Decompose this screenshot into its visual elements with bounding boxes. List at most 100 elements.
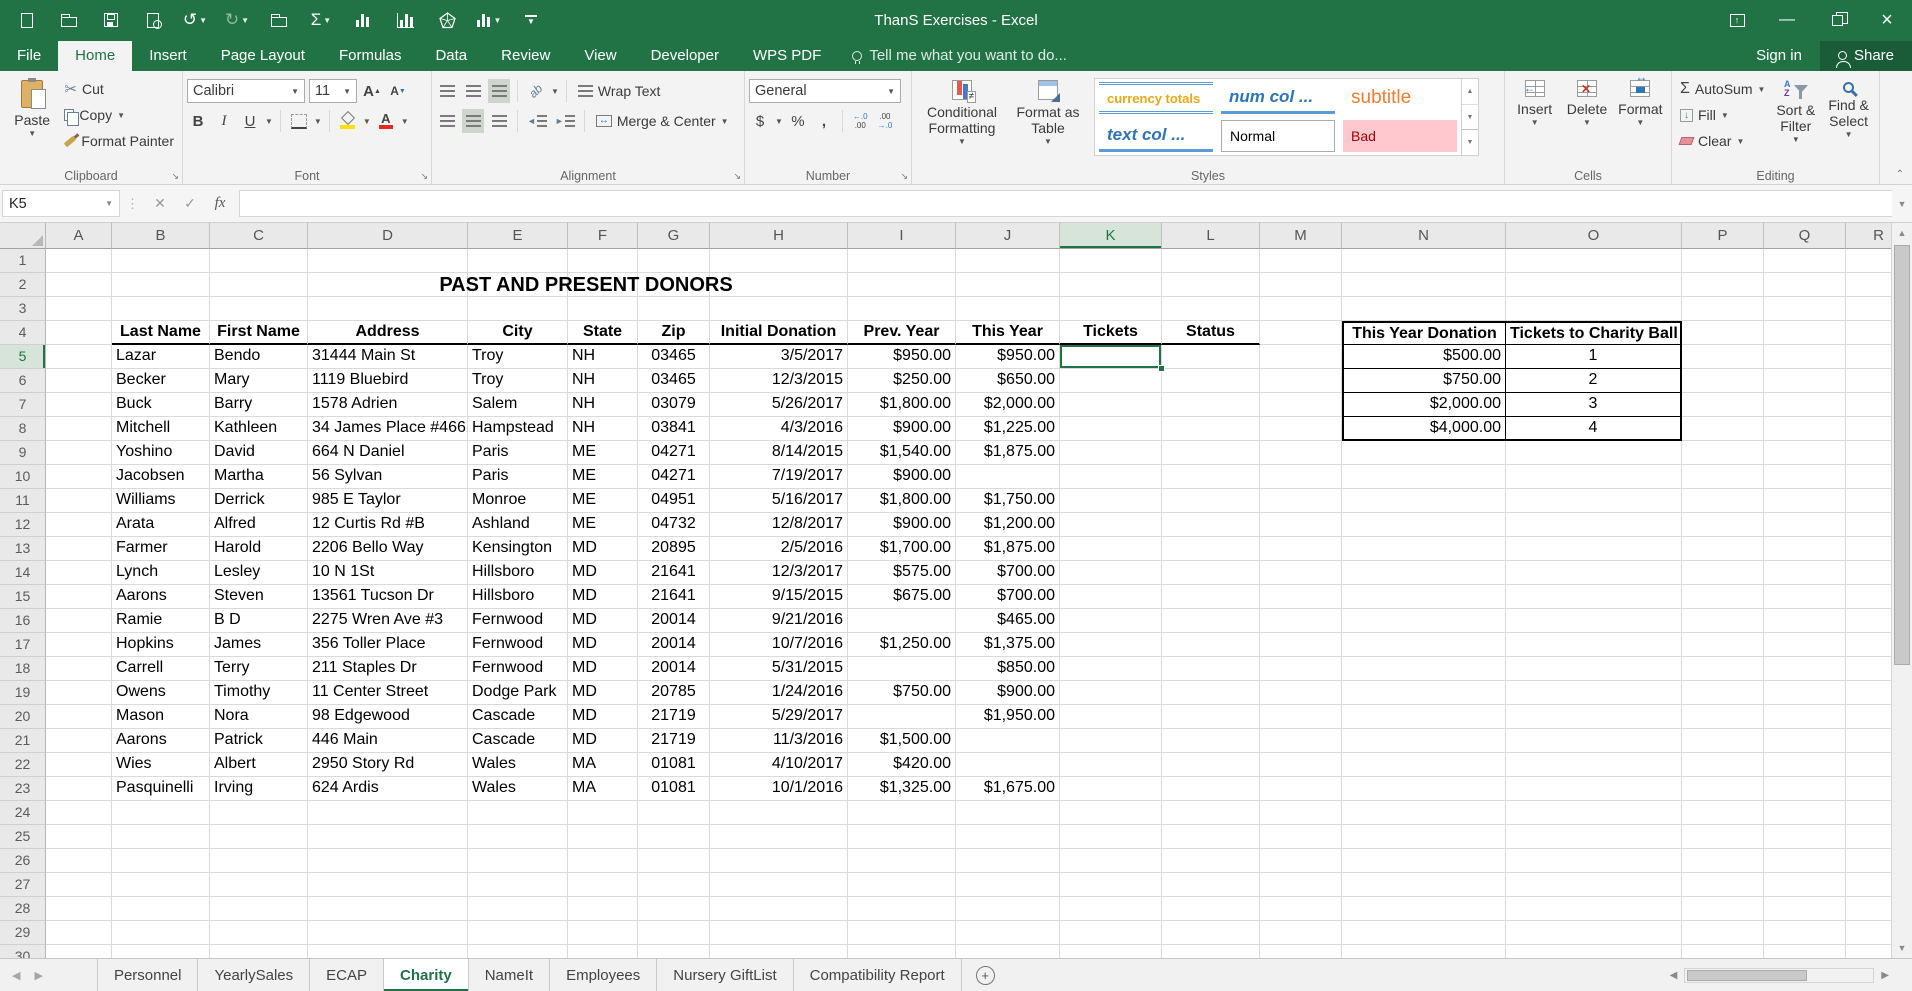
cell-H11[interactable]: 5/16/2017: [710, 489, 848, 513]
cell-R1[interactable]: [1846, 249, 1891, 273]
cell-B21[interactable]: Aarons: [112, 729, 210, 753]
cell-M28[interactable]: [1260, 897, 1342, 921]
alignment-dialog-launcher[interactable]: ↘: [733, 171, 741, 182]
cell-F9[interactable]: ME: [568, 441, 638, 465]
redo-icon[interactable]: ↻ ▼: [220, 6, 254, 34]
cell-O15[interactable]: [1506, 585, 1682, 609]
cell-R4[interactable]: [1846, 321, 1891, 345]
cell-F29[interactable]: [568, 921, 638, 945]
cell-Q8[interactable]: [1764, 417, 1846, 441]
fill-button[interactable]: ↓ Fill ▼: [1676, 102, 1769, 128]
cell-L2[interactable]: [1162, 273, 1260, 297]
cell-O11[interactable]: [1506, 489, 1682, 513]
cell-G3[interactable]: [638, 297, 710, 321]
cell-N20[interactable]: [1342, 705, 1506, 729]
copy-button[interactable]: Copy ▼: [60, 102, 178, 128]
number-format-select[interactable]: General ▼: [749, 79, 901, 103]
row-header-20[interactable]: 20: [0, 705, 46, 729]
column-header-H[interactable]: H: [710, 223, 848, 249]
cell-C4[interactable]: First Name: [210, 321, 308, 345]
cell-G12[interactable]: 04732: [638, 513, 710, 537]
cell-E7[interactable]: Salem: [468, 393, 568, 417]
cell-N30[interactable]: [1342, 945, 1506, 958]
autosum-button[interactable]: Σ AutoSum ▼: [1676, 76, 1769, 102]
cell-P19[interactable]: [1682, 681, 1764, 705]
cell-R23[interactable]: [1846, 777, 1891, 801]
cell-Q22[interactable]: [1764, 753, 1846, 777]
cell-J26[interactable]: [956, 849, 1060, 873]
merge-center-dropdown-arrow[interactable]: ▼: [721, 117, 729, 126]
column-header-C[interactable]: C: [210, 223, 308, 249]
cell-C5[interactable]: Bendo: [210, 345, 308, 369]
cell-B9[interactable]: Yoshino: [112, 441, 210, 465]
cell-Q27[interactable]: [1764, 873, 1846, 897]
cell-H1[interactable]: [710, 249, 848, 273]
cell-Q20[interactable]: [1764, 705, 1846, 729]
cell-O3[interactable]: [1506, 297, 1682, 321]
cell-E12[interactable]: Ashland: [468, 513, 568, 537]
borders-button[interactable]: [288, 109, 310, 133]
clipboard-dialog-launcher[interactable]: ↘: [171, 171, 179, 182]
cell-L4[interactable]: Status: [1162, 321, 1260, 345]
conditional-formatting-dropdown-arrow[interactable]: ▼: [958, 137, 966, 146]
cell-D23[interactable]: 624 Ardis: [308, 777, 468, 801]
cell-G24[interactable]: [638, 801, 710, 825]
cell-N5[interactable]: $500.00: [1342, 345, 1506, 369]
row-header-13[interactable]: 13: [0, 537, 46, 561]
cell-A26[interactable]: [46, 849, 112, 873]
cell-H20[interactable]: 5/29/2017: [710, 705, 848, 729]
cell-J30[interactable]: [956, 945, 1060, 958]
cell-E17[interactable]: Fernwood: [468, 633, 568, 657]
cell-C1[interactable]: [210, 249, 308, 273]
cell-A28[interactable]: [46, 897, 112, 921]
cell-L9[interactable]: [1162, 441, 1260, 465]
cell-N3[interactable]: [1342, 297, 1506, 321]
cell-O23[interactable]: [1506, 777, 1682, 801]
row-header-29[interactable]: 29: [0, 921, 46, 945]
cell-F13[interactable]: MD: [568, 537, 638, 561]
tab-page-layout[interactable]: Page Layout: [204, 41, 322, 71]
cell-O28[interactable]: [1506, 897, 1682, 921]
cell-I24[interactable]: [848, 801, 956, 825]
cell-B19[interactable]: Owens: [112, 681, 210, 705]
cell-E28[interactable]: [468, 897, 568, 921]
cell-L18[interactable]: [1162, 657, 1260, 681]
cell-C29[interactable]: [210, 921, 308, 945]
cell-G21[interactable]: 21719: [638, 729, 710, 753]
cell-I23[interactable]: $1,325.00: [848, 777, 956, 801]
cell-J29[interactable]: [956, 921, 1060, 945]
cell-C3[interactable]: [210, 297, 308, 321]
cell-L3[interactable]: [1162, 297, 1260, 321]
cell-D15[interactable]: 13561 Tucson Dr: [308, 585, 468, 609]
cell-Q15[interactable]: [1764, 585, 1846, 609]
cell-H5[interactable]: 3/5/2017: [710, 345, 848, 369]
tab-developer[interactable]: Developer: [634, 41, 736, 71]
cell-K8[interactable]: [1060, 417, 1162, 441]
horizontal-scroll-thumb[interactable]: [1687, 969, 1808, 981]
cell-J5[interactable]: $950.00: [956, 345, 1060, 369]
cell-K25[interactable]: [1060, 825, 1162, 849]
cell-H24[interactable]: [710, 801, 848, 825]
cell-L7[interactable]: [1162, 393, 1260, 417]
cell-N27[interactable]: [1342, 873, 1506, 897]
cell-style-num-col-[interactable]: num col ...: [1221, 82, 1335, 114]
cell-M27[interactable]: [1260, 873, 1342, 897]
cell-I22[interactable]: $420.00: [848, 753, 956, 777]
cell-E3[interactable]: [468, 297, 568, 321]
cell-A5[interactable]: [46, 345, 112, 369]
cell-F23[interactable]: MA: [568, 777, 638, 801]
cell-A11[interactable]: [46, 489, 112, 513]
cell-J16[interactable]: $465.00: [956, 609, 1060, 633]
tab-review[interactable]: Review: [484, 41, 567, 71]
cell-K3[interactable]: [1060, 297, 1162, 321]
enter-button[interactable]: ✓: [175, 195, 205, 212]
cell-N29[interactable]: [1342, 921, 1506, 945]
cell-A15[interactable]: [46, 585, 112, 609]
cell-D4[interactable]: Address: [308, 321, 468, 345]
cell-A17[interactable]: [46, 633, 112, 657]
fill-color-dropdown-arrow[interactable]: ▼: [363, 117, 371, 126]
cell-R24[interactable]: [1846, 801, 1891, 825]
cell-Q21[interactable]: [1764, 729, 1846, 753]
undo-icon[interactable]: ↺ ▼: [178, 6, 212, 34]
cell-F12[interactable]: ME: [568, 513, 638, 537]
